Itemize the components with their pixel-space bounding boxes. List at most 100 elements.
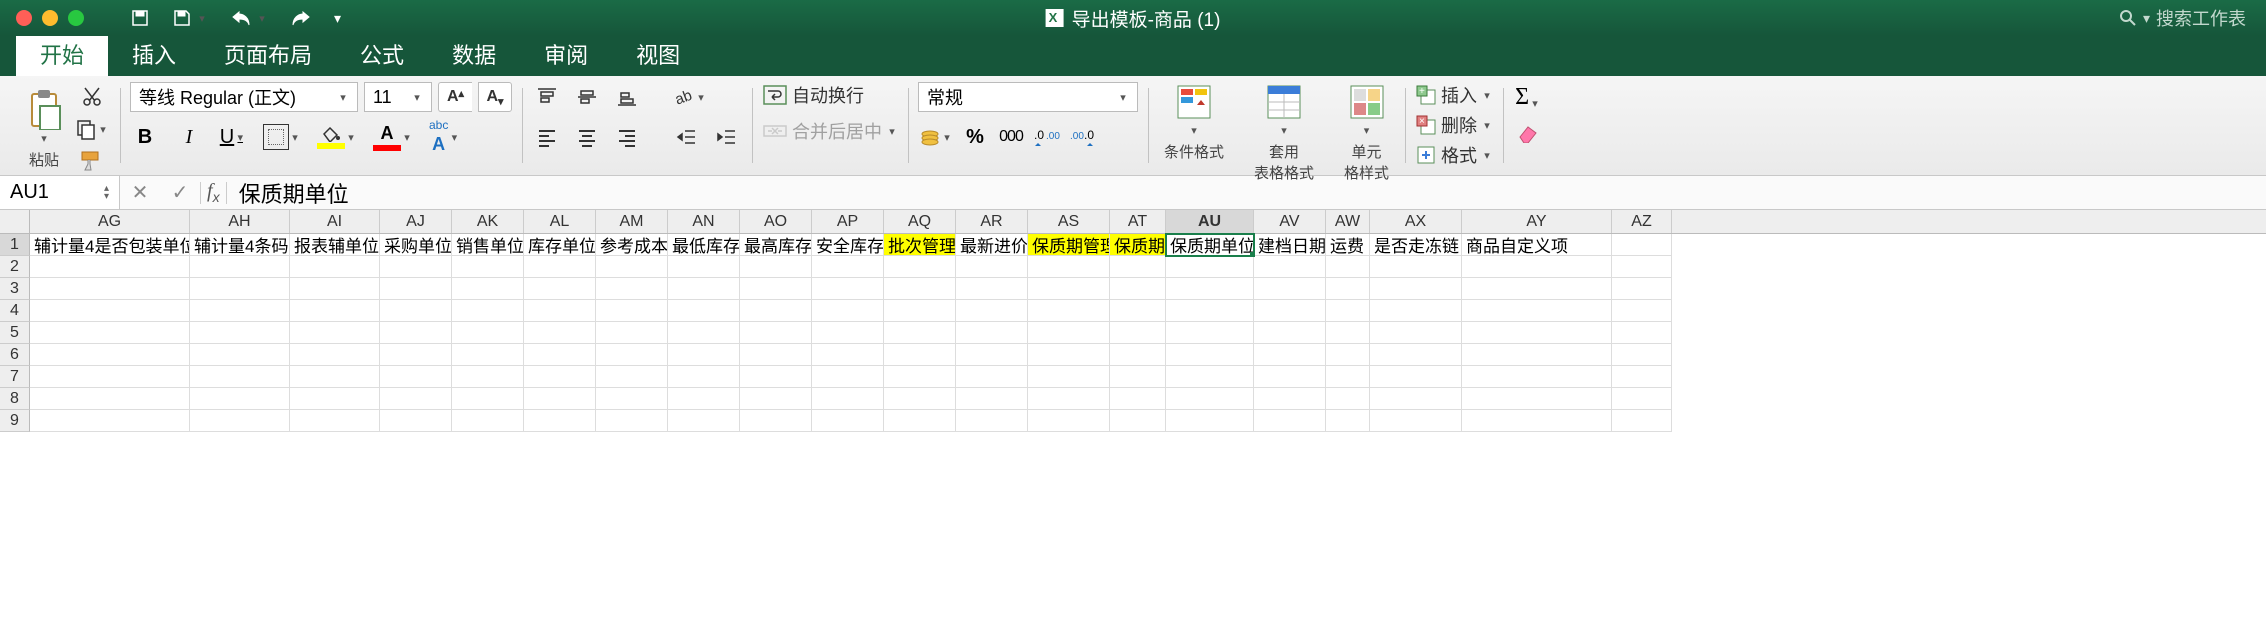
cell-AY4[interactable]: [1462, 300, 1612, 322]
cell-AP6[interactable]: [812, 344, 884, 366]
underline-button[interactable]: U: [218, 122, 248, 152]
cell-AY8[interactable]: [1462, 388, 1612, 410]
row-header-8[interactable]: 8: [0, 388, 30, 410]
cell-AG7[interactable]: [30, 366, 190, 388]
currency-button[interactable]: [918, 122, 954, 152]
autosave-icon[interactable]: [130, 8, 150, 28]
cell-AJ7[interactable]: [380, 366, 452, 388]
phonetic-button[interactable]: abcA: [428, 122, 461, 152]
cell-AH6[interactable]: [190, 344, 290, 366]
cell-AM1[interactable]: 参考成本: [596, 234, 668, 256]
italic-button[interactable]: I: [174, 122, 204, 152]
cell-AV9[interactable]: [1254, 410, 1326, 432]
cell-AI8[interactable]: [290, 388, 380, 410]
row-header-9[interactable]: 9: [0, 410, 30, 432]
cell-AW2[interactable]: [1326, 256, 1370, 278]
cell-AT2[interactable]: [1110, 256, 1166, 278]
cell-AX5[interactable]: [1370, 322, 1462, 344]
cell-AP7[interactable]: [812, 366, 884, 388]
cell-AN1[interactable]: 最低库存: [668, 234, 740, 256]
cell-AS9[interactable]: [1028, 410, 1110, 432]
cell-AT4[interactable]: [1110, 300, 1166, 322]
cell-AQ5[interactable]: [884, 322, 956, 344]
align-bottom-button[interactable]: [612, 82, 642, 112]
cell-AK4[interactable]: [452, 300, 524, 322]
cell-AS6[interactable]: [1028, 344, 1110, 366]
column-header-AR[interactable]: AR: [956, 210, 1028, 233]
cell-AU3[interactable]: [1166, 278, 1254, 300]
cell-AP4[interactable]: [812, 300, 884, 322]
increase-indent-button[interactable]: [712, 122, 742, 152]
cell-AX8[interactable]: [1370, 388, 1462, 410]
cell-AJ2[interactable]: [380, 256, 452, 278]
bold-button[interactable]: B: [130, 122, 160, 152]
cell-AV4[interactable]: [1254, 300, 1326, 322]
cell-AY1[interactable]: 商品自定义项: [1462, 234, 1612, 256]
cell-AH4[interactable]: [190, 300, 290, 322]
cell-AM6[interactable]: [596, 344, 668, 366]
cell-AI1[interactable]: 报表辅单位: [290, 234, 380, 256]
cell-AJ8[interactable]: [380, 388, 452, 410]
cell-AL9[interactable]: [524, 410, 596, 432]
number-format-combo[interactable]: 常规: [918, 82, 1138, 112]
column-header-AL[interactable]: AL: [524, 210, 596, 233]
cell-AI2[interactable]: [290, 256, 380, 278]
autosum-button[interactable]: Σ: [1513, 82, 1543, 112]
cell-AI5[interactable]: [290, 322, 380, 344]
cell-AT3[interactable]: [1110, 278, 1166, 300]
column-header-AY[interactable]: AY: [1462, 210, 1612, 233]
cell-AY5[interactable]: [1462, 322, 1612, 344]
column-header-AN[interactable]: AN: [668, 210, 740, 233]
cell-AT5[interactable]: [1110, 322, 1166, 344]
cell-AY3[interactable]: [1462, 278, 1612, 300]
cell-AQ7[interactable]: [884, 366, 956, 388]
row-header-6[interactable]: 6: [0, 344, 30, 366]
cell-AV2[interactable]: [1254, 256, 1326, 278]
tab-review[interactable]: 审阅: [520, 32, 612, 76]
cell-AX3[interactable]: [1370, 278, 1462, 300]
cell-AJ5[interactable]: [380, 322, 452, 344]
cell-AQ3[interactable]: [884, 278, 956, 300]
cell-AZ3[interactable]: [1612, 278, 1672, 300]
wrap-text-button[interactable]: 自动换行: [762, 82, 898, 108]
cell-AR6[interactable]: [956, 344, 1028, 366]
cut-button[interactable]: [74, 82, 110, 112]
column-header-AS[interactable]: AS: [1028, 210, 1110, 233]
cell-AT7[interactable]: [1110, 366, 1166, 388]
format-cells-button[interactable]: 格式: [1415, 142, 1493, 168]
column-header-AT[interactable]: AT: [1110, 210, 1166, 233]
redo-icon[interactable]: [290, 9, 312, 27]
cell-AM4[interactable]: [596, 300, 668, 322]
cell-AY2[interactable]: [1462, 256, 1612, 278]
cell-AX7[interactable]: [1370, 366, 1462, 388]
cell-AV7[interactable]: [1254, 366, 1326, 388]
cell-AZ1[interactable]: [1612, 234, 1672, 256]
cell-AL4[interactable]: [524, 300, 596, 322]
cell-AN9[interactable]: [668, 410, 740, 432]
cell-AQ2[interactable]: [884, 256, 956, 278]
cell-AT6[interactable]: [1110, 344, 1166, 366]
cell-AO9[interactable]: [740, 410, 812, 432]
cell-AU2[interactable]: [1166, 256, 1254, 278]
cell-AH5[interactable]: [190, 322, 290, 344]
cell-AQ1[interactable]: 批次管理: [884, 234, 956, 256]
cell-AV3[interactable]: [1254, 278, 1326, 300]
cell-AH3[interactable]: [190, 278, 290, 300]
cell-AZ6[interactable]: [1612, 344, 1672, 366]
format-painter-button[interactable]: [74, 146, 110, 176]
cell-AP9[interactable]: [812, 410, 884, 432]
cell-AJ1[interactable]: 采购单位: [380, 234, 452, 256]
borders-button[interactable]: [262, 122, 302, 152]
cell-AN7[interactable]: [668, 366, 740, 388]
cell-AW4[interactable]: [1326, 300, 1370, 322]
cell-AX6[interactable]: [1370, 344, 1462, 366]
cell-AS4[interactable]: [1028, 300, 1110, 322]
cell-AX4[interactable]: [1370, 300, 1462, 322]
decrease-font-button[interactable]: A▾: [478, 82, 512, 112]
cell-AP1[interactable]: 安全库存: [812, 234, 884, 256]
cell-AR1[interactable]: 最新进价: [956, 234, 1028, 256]
column-header-AV[interactable]: AV: [1254, 210, 1326, 233]
cell-AP2[interactable]: [812, 256, 884, 278]
tab-page-layout[interactable]: 页面布局: [200, 32, 336, 76]
cell-AZ4[interactable]: [1612, 300, 1672, 322]
